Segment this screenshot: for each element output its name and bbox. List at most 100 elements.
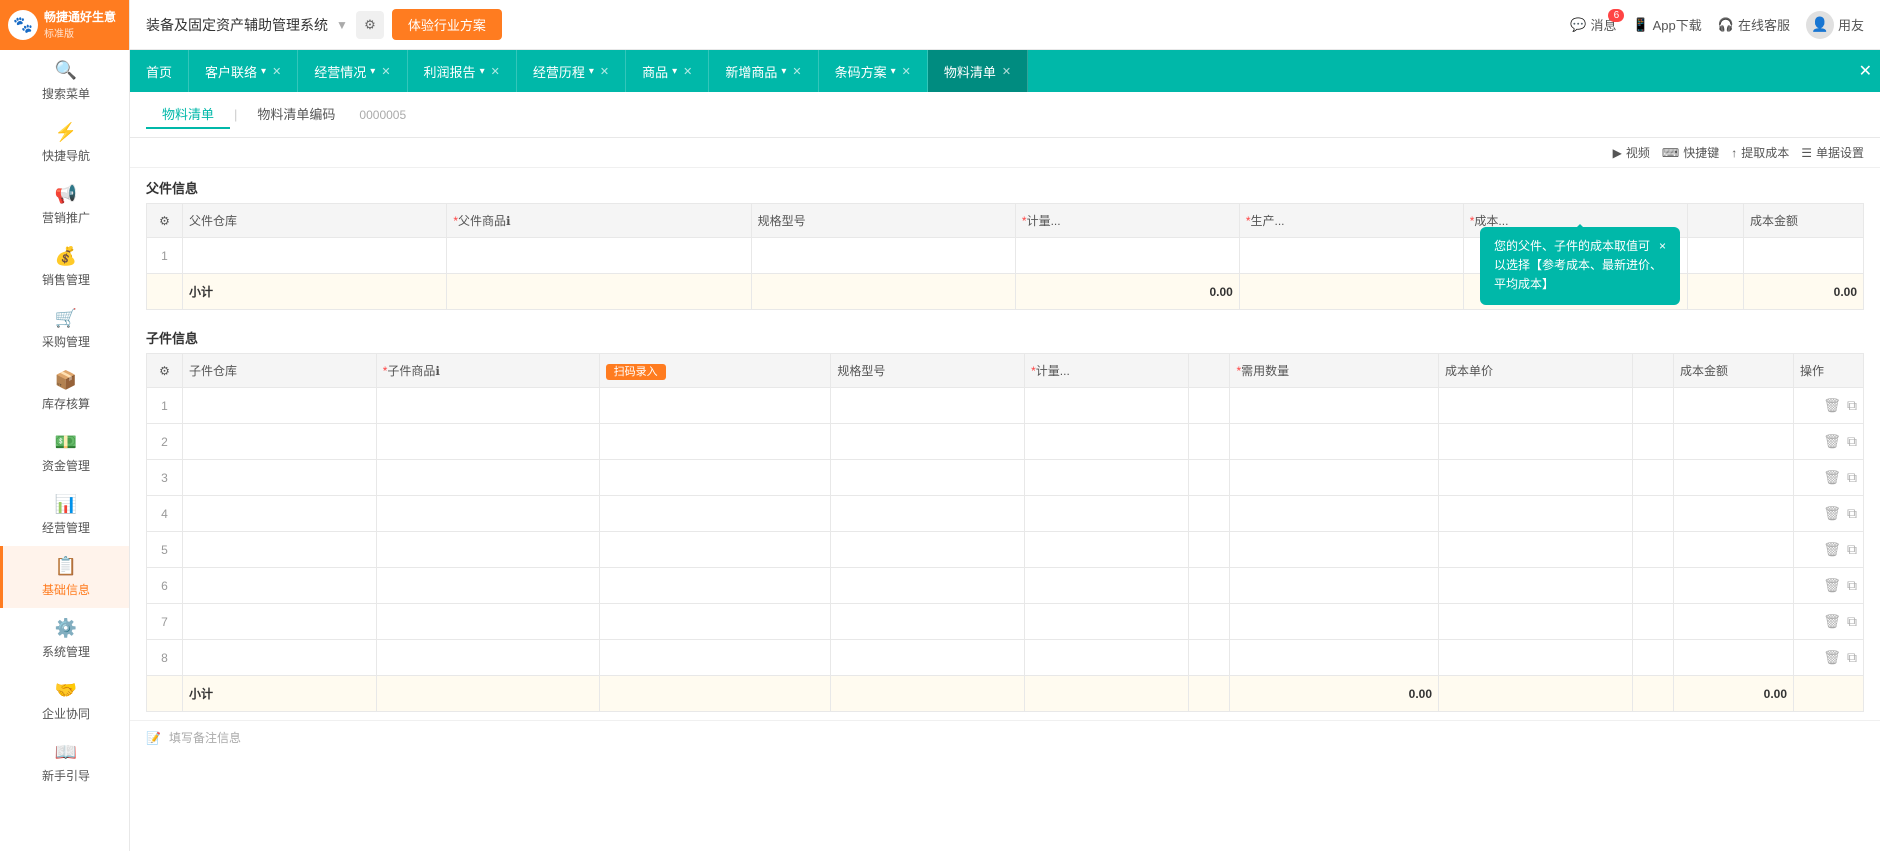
copy-icon-0[interactable]: ⧉ [1847,397,1857,414]
view-video-button[interactable]: ▶ 视频 [1613,144,1650,161]
child-scan-2[interactable] [599,460,831,496]
child-scan-6[interactable] [599,604,831,640]
sidebar-item-2[interactable]: 📢营销推广 [0,174,129,236]
delete-icon-6[interactable]: 🗑 [1823,613,1841,630]
nav-tab-2[interactable]: 经营情况▾✕ [298,50,407,92]
parent-unit-cell[interactable] [1015,238,1239,274]
app-download-button[interactable]: 📱 App下载 [1632,15,1701,34]
nav-tab-close-2[interactable]: ✕ [381,65,390,78]
child-unit-0[interactable] [1025,388,1189,424]
nav-tab-3[interactable]: 利润报告▾✕ [408,50,517,92]
parent-product-cell[interactable] [447,238,751,274]
copy-icon-5[interactable]: ⧉ [1847,577,1857,594]
shortcut-key-button[interactable]: ⌨ 快捷键 [1662,144,1719,161]
sidebar-item-4[interactable]: 🛒采购管理 [0,298,129,360]
scan-button[interactable]: 扫码录入 [606,364,666,380]
child-unitcost-1[interactable] [1439,424,1633,460]
settings-gear-button[interactable]: ⚙ [356,11,384,39]
child-product-7[interactable] [376,640,599,676]
sidebar-item-11[interactable]: 📖新手引导 [0,732,129,794]
child-warehouse-4[interactable] [183,532,377,568]
sidebar-item-9[interactable]: ⚙️系统管理 [0,608,129,670]
message-button[interactable]: 💬 消息 6 [1570,15,1616,34]
sidebar-item-10[interactable]: 🤝企业协同 [0,670,129,732]
child-warehouse-7[interactable] [183,640,377,676]
child-unitcost-5[interactable] [1439,568,1633,604]
child-qty-5[interactable] [1230,568,1439,604]
child-warehouse-5[interactable] [183,568,377,604]
child-unit-7[interactable] [1025,640,1189,676]
child-qty-7[interactable] [1230,640,1439,676]
child-spec-7[interactable] [831,640,1025,676]
child-unitcost-4[interactable] [1439,532,1633,568]
sidebar-item-3[interactable]: 💰销售管理 [0,236,129,298]
child-spec-6[interactable] [831,604,1025,640]
child-unitcost-0[interactable] [1439,388,1633,424]
trial-button[interactable]: 体验行业方案 [392,9,502,40]
child-unit-5[interactable] [1025,568,1189,604]
nav-tab-close-4[interactable]: ✕ [600,65,609,78]
nav-tab-arrow-4[interactable]: ▾ [589,66,594,77]
child-scan-5[interactable] [599,568,831,604]
child-product-1[interactable] [376,424,599,460]
child-product-2[interactable] [376,460,599,496]
child-scan-0[interactable] [599,388,831,424]
child-unit-3[interactable] [1025,496,1189,532]
child-spec-5[interactable] [831,568,1025,604]
child-product-4[interactable] [376,532,599,568]
child-spec-3[interactable] [831,496,1025,532]
nav-tab-close-8[interactable]: ✕ [1002,65,1011,78]
child-qty-1[interactable] [1230,424,1439,460]
child-spec-0[interactable] [831,388,1025,424]
nav-tab-arrow-6[interactable]: ▾ [781,66,786,77]
copy-icon-1[interactable]: ⧉ [1847,433,1857,450]
child-unitcost-2[interactable] [1439,460,1633,496]
parent-spec-cell[interactable] [751,238,1015,274]
child-warehouse-0[interactable] [183,388,377,424]
child-scan-1[interactable] [599,424,831,460]
copy-icon-6[interactable]: ⧉ [1847,613,1857,630]
user-button[interactable]: 👤 用友 [1806,11,1864,39]
delete-icon-3[interactable]: 🗑 [1823,505,1841,522]
nav-tab-5[interactable]: 商品▾✕ [626,50,709,92]
copy-icon-2[interactable]: ⧉ [1847,469,1857,486]
child-unitcost-7[interactable] [1439,640,1633,676]
child-scan-4[interactable] [599,532,831,568]
hint-text[interactable]: 填写备注信息 [169,729,241,746]
copy-icon-3[interactable]: ⧉ [1847,505,1857,522]
nav-tab-arrow-3[interactable]: ▾ [480,66,485,77]
nav-tab-close-5[interactable]: ✕ [683,65,692,78]
child-qty-4[interactable] [1230,532,1439,568]
child-warehouse-6[interactable] [183,604,377,640]
child-unitcost-3[interactable] [1439,496,1633,532]
sidebar-item-1[interactable]: ⚡快捷导航 [0,112,129,174]
nav-tab-close-1[interactable]: ✕ [272,65,281,78]
child-qty-0[interactable] [1230,388,1439,424]
child-unitcost-6[interactable] [1439,604,1633,640]
child-scan-3[interactable] [599,496,831,532]
system-title-arrow[interactable]: ▼ [336,18,348,32]
parent-warehouse-cell[interactable] [183,238,447,274]
child-unit-6[interactable] [1025,604,1189,640]
child-qty-3[interactable] [1230,496,1439,532]
delete-icon-5[interactable]: 🗑 [1823,577,1841,594]
sidebar-item-8[interactable]: 📋基础信息 [0,546,129,608]
child-warehouse-3[interactable] [183,496,377,532]
delete-icon-2[interactable]: 🗑 [1823,469,1841,486]
child-qty-2[interactable] [1230,460,1439,496]
child-unit-4[interactable] [1025,532,1189,568]
nav-tab-7[interactable]: 条码方案▾✕ [819,50,928,92]
child-product-0[interactable] [376,388,599,424]
sub-tab-bill-list[interactable]: 物料清单 [146,100,230,129]
child-spec-4[interactable] [831,532,1025,568]
extract-cost-button[interactable]: ↑ 提取成本 [1731,144,1789,161]
sidebar-item-5[interactable]: 📦库存核算 [0,360,129,422]
delete-icon-0[interactable]: 🗑 [1823,397,1841,414]
nav-tab-arrow-2[interactable]: ▾ [370,66,375,77]
sub-tab-bill-code[interactable]: 物料清单编码 [241,100,351,129]
nav-tab-4[interactable]: 经营历程▾✕ [517,50,626,92]
close-all-tabs-button[interactable]: ✕ [1851,61,1880,81]
single-setting-button[interactable]: ☰ 单据设置 [1801,144,1864,161]
nav-tab-close-6[interactable]: ✕ [792,65,801,78]
nav-tab-0[interactable]: 首页 [130,50,189,92]
